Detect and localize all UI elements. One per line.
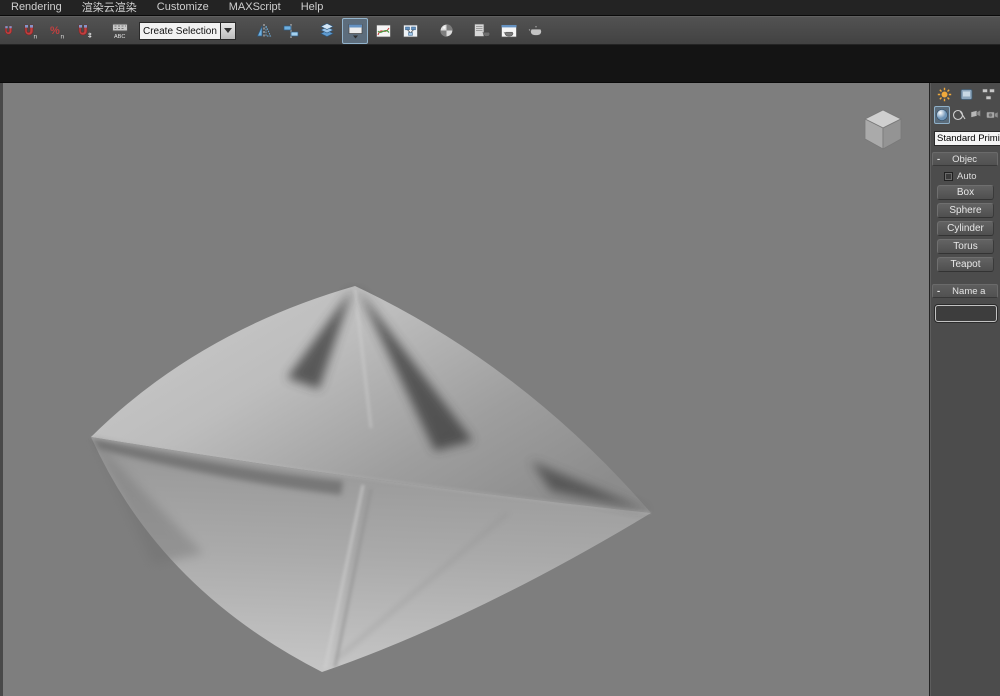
menu-help[interactable]: Help bbox=[291, 0, 334, 15]
teapot-icon bbox=[527, 22, 545, 39]
3dsmax-window: Rendering 渲染云渲染 Customize MAXScript Help… bbox=[0, 0, 1000, 696]
magnet-spinner-icon bbox=[76, 23, 92, 39]
snaps-toggle-button[interactable] bbox=[2, 19, 15, 43]
menu-rendering[interactable]: Rendering bbox=[1, 0, 72, 15]
hierarchy-tab-icon bbox=[981, 87, 996, 102]
menu-bar: Rendering 渲染云渲染 Customize MAXScript Help bbox=[0, 0, 1000, 16]
material-sphere-icon bbox=[438, 22, 455, 39]
object-name-field[interactable] bbox=[935, 305, 997, 322]
main-area: Standard Primiti - Objec Auto Box Sphere… bbox=[0, 83, 1000, 696]
rollout-title: Name a bbox=[952, 286, 985, 297]
command-panel: Standard Primiti - Objec Auto Box Sphere… bbox=[929, 83, 1000, 696]
primitive-button-cylinder[interactable]: Cylinder bbox=[937, 221, 994, 236]
menu-customize[interactable]: Customize bbox=[147, 0, 219, 15]
rendered-frame-icon bbox=[500, 23, 518, 39]
canopy-object[interactable] bbox=[91, 286, 651, 672]
name-color-rollout-header[interactable]: - Name a bbox=[932, 284, 998, 298]
curve-editor-button[interactable] bbox=[371, 19, 395, 43]
primitive-button-sphere[interactable]: Sphere bbox=[937, 203, 994, 218]
ribbon-window-icon bbox=[347, 22, 364, 39]
mirror-icon bbox=[255, 23, 273, 39]
schematic-view-icon bbox=[402, 23, 419, 39]
render-setup-icon bbox=[473, 22, 491, 39]
menu-cloud-render[interactable]: 渲染云渲染 bbox=[72, 0, 147, 17]
percent-snap-button[interactable]: % n bbox=[45, 19, 69, 43]
primitive-button-torus[interactable]: Torus bbox=[937, 239, 994, 254]
align-icon bbox=[282, 23, 300, 39]
tab-modify[interactable] bbox=[956, 85, 976, 103]
mirror-button[interactable] bbox=[252, 19, 276, 43]
render-production-button[interactable] bbox=[524, 19, 548, 43]
magnet-angle-icon: n bbox=[22, 23, 38, 39]
selection-set-dropdown-button[interactable] bbox=[221, 22, 236, 40]
curve-editor-icon bbox=[375, 23, 392, 39]
collapse-icon: - bbox=[937, 286, 940, 297]
primitive-type-value[interactable]: Standard Primiti bbox=[934, 131, 1000, 146]
geometry-sphere-icon bbox=[935, 108, 949, 122]
schematic-view-button[interactable] bbox=[398, 19, 422, 43]
viewport-top-band bbox=[0, 45, 1000, 83]
layer-manager-button[interactable] bbox=[315, 19, 339, 43]
rollout-title: Objec bbox=[952, 154, 977, 165]
named-selection-set-combobox[interactable]: Create Selection Se bbox=[139, 22, 236, 40]
keyboard-icon: ABC bbox=[111, 22, 129, 39]
rendered-frame-button[interactable] bbox=[497, 19, 521, 43]
create-tab-icon bbox=[937, 87, 952, 102]
render-setup-button[interactable] bbox=[470, 19, 494, 43]
spinner-snap-button[interactable] bbox=[72, 19, 96, 43]
tab-hierarchy[interactable] bbox=[979, 85, 999, 103]
material-editor-button[interactable] bbox=[434, 19, 458, 43]
category-geometry[interactable] bbox=[934, 106, 950, 124]
category-shapes[interactable] bbox=[952, 106, 966, 124]
layers-icon bbox=[318, 22, 336, 39]
menu-maxscript[interactable]: MAXScript bbox=[219, 0, 291, 15]
viewport-canvas bbox=[3, 83, 929, 696]
autogrid-label: Auto bbox=[957, 171, 977, 182]
collapse-icon: - bbox=[937, 154, 940, 165]
magnet-icon bbox=[2, 23, 15, 39]
modify-tab-icon bbox=[959, 87, 974, 102]
svg-text:n: n bbox=[61, 33, 65, 39]
object-type-rollout-header[interactable]: - Objec bbox=[932, 152, 998, 166]
lights-icon bbox=[968, 108, 982, 122]
primitive-type-dropdown[interactable]: Standard Primiti bbox=[934, 131, 1000, 146]
category-lights[interactable] bbox=[968, 106, 982, 124]
checkbox-icon[interactable] bbox=[944, 172, 953, 181]
chevron-down-icon bbox=[224, 28, 232, 33]
shapes-icon bbox=[952, 108, 966, 122]
keyboard-override-button[interactable]: ABC bbox=[108, 19, 132, 43]
category-cameras[interactable] bbox=[985, 106, 999, 124]
svg-text:ABC: ABC bbox=[114, 34, 125, 39]
primitive-button-box[interactable]: Box bbox=[937, 185, 994, 200]
align-button[interactable] bbox=[279, 19, 303, 43]
tab-create[interactable] bbox=[934, 85, 954, 103]
main-toolbar: n % n ABC Create bbox=[0, 16, 1000, 45]
create-category-row bbox=[930, 104, 1000, 125]
autogrid-checkbox[interactable]: Auto bbox=[944, 171, 1000, 182]
percent-icon: % n bbox=[49, 23, 65, 39]
perspective-viewport[interactable] bbox=[0, 83, 929, 696]
angle-snap-button[interactable]: n bbox=[18, 19, 42, 43]
selection-set-value[interactable]: Create Selection Se bbox=[139, 22, 221, 40]
cameras-icon bbox=[985, 108, 999, 122]
ribbon-toggle-button[interactable] bbox=[342, 18, 368, 44]
primitive-button-teapot[interactable]: Teapot bbox=[937, 257, 994, 272]
svg-text:%: % bbox=[50, 25, 60, 37]
svg-text:n: n bbox=[34, 33, 38, 39]
view-cube[interactable] bbox=[865, 110, 901, 149]
command-panel-tabs bbox=[930, 83, 1000, 104]
